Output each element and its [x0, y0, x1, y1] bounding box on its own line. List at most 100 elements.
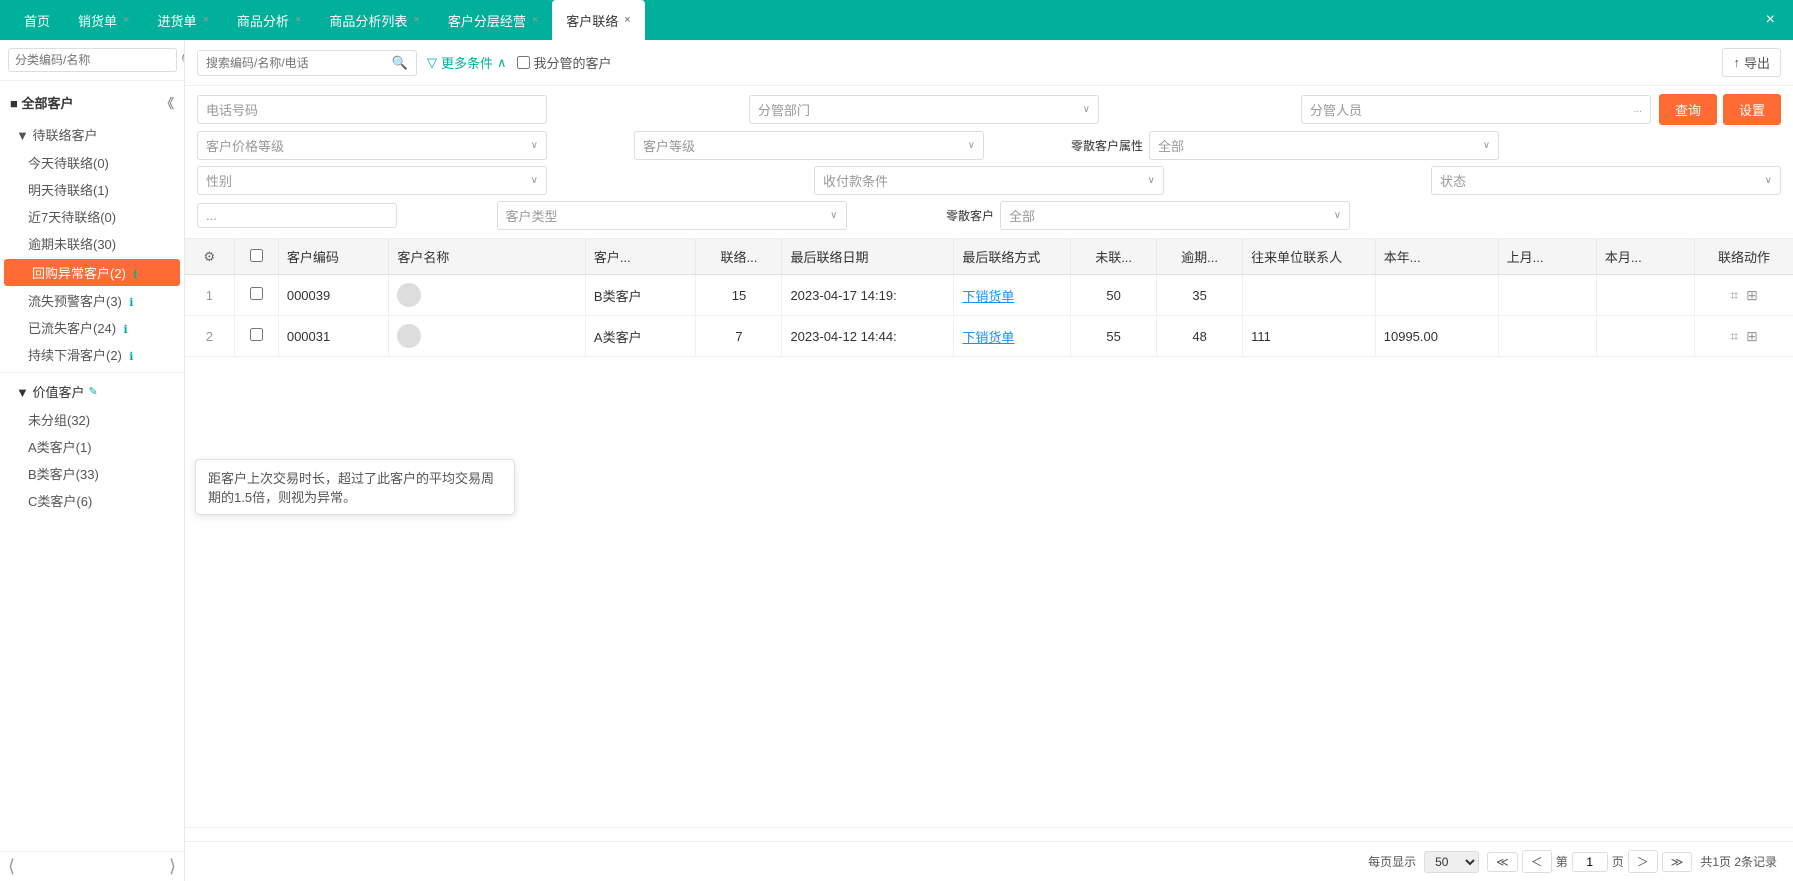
nav-sales-order[interactable]: 销货单 × [64, 0, 143, 40]
retail-attr-chevron-icon: ∨ [1483, 140, 1490, 151]
churned-info-icon[interactable]: ℹ [123, 324, 127, 336]
sidebar-nav-right-icon[interactable]: ⟩ [169, 856, 176, 877]
sidebar-fold-icon[interactable]: 《 [161, 93, 174, 112]
main-layout: 🔍 ■ 全部客户 《 ▼ 待联络客户 今天待联络(0) 明天待联络(1) 近7天… [0, 40, 1793, 881]
row2-action: ⌗ ⊞ [1695, 316, 1793, 357]
row1-thismonth [1596, 275, 1694, 316]
manager-filter[interactable]: 分管人员 ... [1301, 95, 1651, 124]
filter-row-2: 客户价格等级 ∨ 客户等级 ∨ 零散客户属性 全部 ∨ [197, 131, 1781, 160]
filter-icon: ▽ [427, 55, 437, 71]
my-customers-checkbox[interactable] [517, 56, 530, 69]
sidebar-item-class-b[interactable]: B类客户(33) [0, 460, 184, 487]
nav-purchase-order[interactable]: 进货单 × [143, 0, 222, 40]
close-customer-segment-icon[interactable]: × [532, 14, 538, 26]
sidebar-item-7days[interactable]: 近7天待联络(0) [0, 203, 184, 230]
close-sales-order-icon[interactable]: × [123, 14, 129, 26]
retail-attr-group: 零散客户属性 全部 ∨ [1071, 131, 1781, 160]
col-header-type: 客户... [585, 239, 696, 275]
chevron-up-icon: ∧ [497, 55, 507, 71]
col-header-person: 往来单位联系人 [1243, 239, 1376, 275]
row2-lastmonth [1498, 316, 1596, 357]
horizontal-scrollbar[interactable] [185, 827, 1793, 841]
churn-warning-info-icon[interactable]: ℹ [129, 297, 133, 309]
nav-customer-contact[interactable]: 客户联络 × [552, 0, 644, 40]
row1-grid-icon[interactable]: ⊞ [1746, 287, 1758, 304]
table-settings-icon[interactable]: ⚙ [203, 249, 215, 264]
row1-action: ⌗ ⊞ [1695, 275, 1793, 316]
sidebar-search-input[interactable] [8, 48, 177, 72]
tree-group-pending: ▼ 待联络客户 今天待联络(0) 明天待联络(1) 近7天待联络(0) 逾期未联… [0, 120, 184, 257]
sidebar-item-churn-warning[interactable]: 流失预警客户(3) ℹ [0, 287, 184, 314]
row1-link-icon[interactable]: ⌗ [1730, 287, 1738, 304]
retail-attr-filter[interactable]: 全部 ∨ [1149, 131, 1499, 160]
nav-product-analysis[interactable]: 商品分析 × [223, 0, 315, 40]
more-filter[interactable]: ... [197, 203, 397, 228]
close-purchase-icon[interactable]: × [202, 14, 208, 26]
value-edit-icon[interactable]: ✎ [88, 385, 97, 398]
tree-subgroup-value-title[interactable]: ▼ 价值客户 ✎ [0, 377, 184, 406]
payment-filter[interactable]: 收付款条件 ∨ [814, 166, 1164, 195]
close-product-list-icon[interactable]: × [413, 14, 419, 26]
query-button[interactable]: 查询 [1659, 94, 1717, 125]
filter-search-icon[interactable]: 🔍 [392, 55, 408, 71]
setting-button[interactable]: 设置 [1723, 94, 1781, 125]
sidebar-item-overdue[interactable]: 逾期未联络(30) [0, 230, 184, 257]
customer-type-filter[interactable]: 客户类型 ∨ [497, 201, 847, 230]
sidebar-item-today[interactable]: 今天待联络(0) [0, 149, 184, 176]
sidebar-item-ungroup[interactable]: 未分组(32) [0, 406, 184, 433]
tree-group-pending-title[interactable]: ▼ 待联络客户 [0, 120, 184, 149]
phone-filter[interactable]: 电话号码 [197, 95, 547, 124]
customer-level-filter[interactable]: 客户等级 ∨ [634, 131, 984, 160]
first-page-button[interactable]: ≪ [1487, 852, 1518, 872]
price-level-filter[interactable]: 客户价格等级 ∨ [197, 131, 547, 160]
status-filter[interactable]: 状态 ∨ [1431, 166, 1781, 195]
sidebar-item-tomorrow[interactable]: 明天待联络(1) [0, 176, 184, 203]
row1-avatar [397, 283, 421, 307]
row1-contact: 15 [696, 275, 782, 316]
select-all-checkbox[interactable] [250, 249, 263, 262]
row2-grid-icon[interactable]: ⊞ [1746, 328, 1758, 345]
col-header-overdue: 逾期... [1157, 239, 1243, 275]
window-close-button[interactable]: × [1758, 11, 1783, 29]
col-header-lastdate: 最后联络日期 [782, 239, 954, 275]
row2-uncontact: 55 [1071, 316, 1157, 357]
nav-home[interactable]: 首页 [10, 0, 64, 40]
col-header-action: 联络动作 [1695, 239, 1793, 275]
row2-avatar [397, 324, 421, 348]
page-size-select[interactable]: 50 100 200 [1424, 851, 1479, 873]
row2-checkbox[interactable] [250, 328, 263, 341]
nav-customer-segment[interactable]: 客户分层经营 × [434, 0, 552, 40]
close-customer-contact-icon[interactable]: × [624, 14, 630, 26]
prev-page-button[interactable]: ＜ [1522, 850, 1552, 873]
row2-contact: 7 [696, 316, 782, 357]
price-level-chevron-icon: ∨ [531, 140, 538, 151]
filter-more-conditions[interactable]: ▽ 更多条件 ∧ [427, 53, 507, 72]
sidebar-item-class-a[interactable]: A类客户(1) [0, 433, 184, 460]
page-number-input[interactable] [1572, 852, 1608, 872]
row1-person [1243, 275, 1376, 316]
sidebar-item-class-c[interactable]: C类客户(6) [0, 487, 184, 514]
gender-filter[interactable]: 性别 ∨ [197, 166, 547, 195]
sidebar-item-rebuy-anomaly[interactable]: 回购异常客户(2) ℹ [4, 259, 180, 286]
department-filter[interactable]: 分管部门 ∨ [749, 95, 1099, 124]
next-page-button[interactable]: ＞ [1628, 850, 1658, 873]
department-chevron-icon: ∨ [1083, 104, 1090, 115]
row1-lastway: 下销货单 [954, 275, 1071, 316]
row2-overdue: 48 [1157, 316, 1243, 357]
sidebar-all-customers[interactable]: ■ 全部客户 《 [0, 87, 184, 118]
sidebar-item-declining[interactable]: 持续下滑客户(2) ℹ [0, 341, 184, 368]
retail-customer-filter[interactable]: 全部 ∨ [1000, 201, 1350, 230]
declining-info-icon[interactable]: ℹ [129, 351, 133, 363]
sidebar-item-churned[interactable]: 已流失客户(24) ℹ [0, 314, 184, 341]
filter-search-input[interactable] [206, 56, 392, 70]
last-page-button[interactable]: ≫ [1662, 852, 1693, 872]
row1-lastdate: 2023-04-17 14:19: [782, 275, 954, 316]
export-button[interactable]: ↑ 导出 [1722, 48, 1781, 77]
row1-checkbox[interactable] [250, 287, 263, 300]
row2-link-icon[interactable]: ⌗ [1730, 328, 1738, 345]
close-product-analysis-icon[interactable]: × [295, 14, 301, 26]
nav-product-analysis-list[interactable]: 商品分析列表 × [315, 0, 433, 40]
sidebar-expand-icon[interactable]: ⟨ [8, 856, 15, 877]
tree-group-rebuy-anomaly: 回购异常客户(2) ℹ 流失预警客户(3) ℹ 已流失客户(24) ℹ 持续下滑… [0, 259, 184, 368]
rebuy-anomaly-info-icon[interactable]: ℹ [133, 269, 137, 281]
